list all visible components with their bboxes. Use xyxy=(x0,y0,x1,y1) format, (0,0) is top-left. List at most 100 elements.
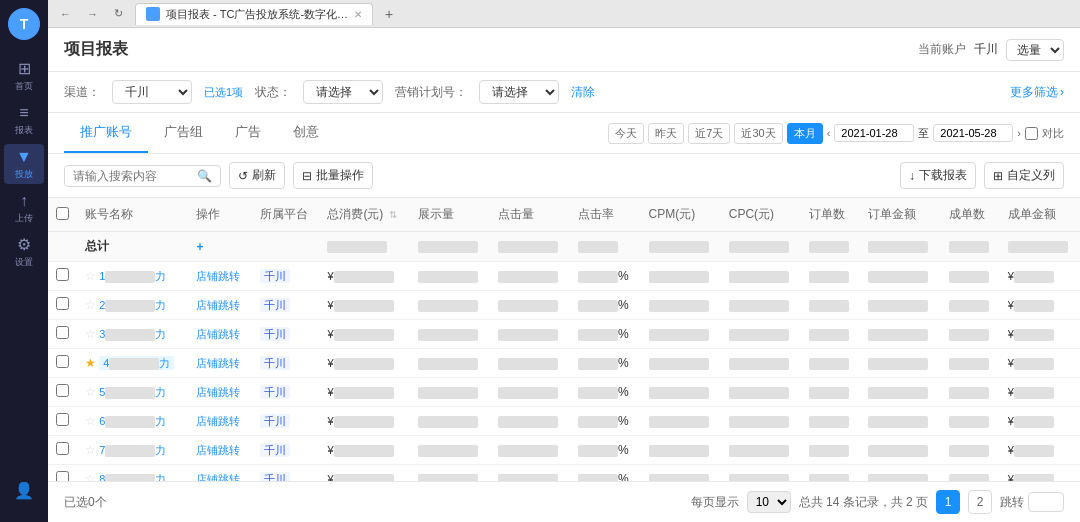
compare-checkbox-input[interactable] xyxy=(1025,127,1038,140)
account-name-link[interactable]: 1力 xyxy=(99,270,166,282)
row-checkbox[interactable] xyxy=(56,355,69,368)
account-name-link[interactable]: 6力 xyxy=(99,415,166,427)
row-spend-cell: ¥ xyxy=(319,349,409,378)
batch-ops-btn[interactable]: ⊟ 批量操作 xyxy=(293,162,373,189)
impressions-value xyxy=(418,387,478,399)
account-name-link[interactable]: 5力 xyxy=(99,386,166,398)
star-icon[interactable]: ☆ xyxy=(85,443,96,457)
row-platform-cell: 千川 xyxy=(252,378,320,407)
op-btn[interactable]: 店铺跳转 xyxy=(196,299,240,311)
date-yesterday-btn[interactable]: 昨天 xyxy=(648,123,684,144)
row-checkbox[interactable] xyxy=(56,326,69,339)
total-ops-cell: + xyxy=(188,232,251,262)
tab-creative[interactable]: 创意 xyxy=(277,113,335,153)
browser-tab[interactable]: 项目报表 - TC广告投放系统-数字化… ✕ xyxy=(135,3,373,25)
account-name-link[interactable]: 2力 xyxy=(99,299,166,311)
select-all-checkbox[interactable] xyxy=(56,207,69,220)
search-input[interactable] xyxy=(73,169,193,183)
account-name-link[interactable]: 7力 xyxy=(99,444,166,456)
account-name-link[interactable]: 4力 xyxy=(99,356,174,370)
refresh-btn[interactable]: ↺ 刷新 xyxy=(229,162,285,189)
orders-value xyxy=(809,416,849,428)
spend-sort-icon[interactable]: ⇅ xyxy=(389,209,397,220)
sidebar-item-upload[interactable]: ↑ 上传 xyxy=(4,188,44,228)
page-size-select[interactable]: 10 xyxy=(747,491,791,513)
nav-forward-btn[interactable]: → xyxy=(83,6,102,22)
filter-clear-btn[interactable]: 清除 xyxy=(571,84,595,101)
date-today-btn[interactable]: 今天 xyxy=(608,123,644,144)
tab-close-btn[interactable]: ✕ xyxy=(354,9,362,20)
star-icon[interactable]: ☆ xyxy=(85,298,96,312)
platform-tag: 千川 xyxy=(260,385,290,399)
page-jump-input[interactable] xyxy=(1028,492,1064,512)
download-btn[interactable]: ↓ 下载报表 xyxy=(900,162,976,189)
op-btn[interactable]: 店铺跳转 xyxy=(196,415,240,427)
tab-ad-group[interactable]: 广告组 xyxy=(148,113,219,153)
op-btn[interactable]: 店铺跳转 xyxy=(196,444,240,456)
row-conversions-cell xyxy=(941,378,1000,407)
nav-refresh-btn[interactable]: ↻ xyxy=(110,5,127,22)
total-add-btn[interactable]: + xyxy=(196,240,203,254)
op-btn[interactable]: 店铺跳转 xyxy=(196,357,240,369)
row-platform-cell: 千川 xyxy=(252,262,320,291)
total-row: 总计 + xyxy=(48,232,1080,262)
chart-icon: ≡ xyxy=(19,104,28,122)
row-cpc-cell xyxy=(721,262,801,291)
row-checkbox[interactable] xyxy=(56,442,69,455)
row-checkbox[interactable] xyxy=(56,384,69,397)
star-icon[interactable]: ★ xyxy=(85,356,96,370)
channel-select[interactable]: 千川 xyxy=(112,80,192,104)
account-name-link[interactable]: 8力 xyxy=(99,473,166,482)
star-icon[interactable]: ☆ xyxy=(85,385,96,399)
custom-col-btn[interactable]: ⊞ 自定义列 xyxy=(984,162,1064,189)
sidebar-item-reports[interactable]: ≡ 报表 xyxy=(4,100,44,140)
plan-select[interactable]: 请选择 xyxy=(479,80,559,104)
row-ctr-cell: % xyxy=(570,291,640,320)
date-monthly-btn[interactable]: 本月 xyxy=(787,123,823,144)
status-select[interactable]: 请选择 xyxy=(303,80,383,104)
row-checkbox[interactable] xyxy=(56,268,69,281)
page-1-btn[interactable]: 1 xyxy=(936,490,960,514)
row-platform-cell: 千川 xyxy=(252,436,320,465)
star-icon[interactable]: ☆ xyxy=(85,414,96,428)
impressions-value xyxy=(418,445,478,457)
row-spend-cell: ¥ xyxy=(319,291,409,320)
account-select[interactable]: 选量 xyxy=(1006,39,1064,61)
nav-back-btn[interactable]: ← xyxy=(56,6,75,22)
impressions-value xyxy=(418,329,478,341)
compare-checkbox[interactable]: 对比 xyxy=(1025,126,1064,141)
filter-more-btn[interactable]: 更多筛选 › xyxy=(1010,84,1064,101)
date-to-label: 至 xyxy=(918,126,929,141)
date-start-input[interactable] xyxy=(834,124,914,142)
date-prev-btn[interactable]: ‹ xyxy=(827,127,831,139)
date-end-input[interactable] xyxy=(933,124,1013,142)
col-clicks: 点击量 xyxy=(490,198,570,232)
date-last30-btn[interactable]: 近30天 xyxy=(734,123,782,144)
op-btn[interactable]: 店铺跳转 xyxy=(196,386,240,398)
sidebar-item-home[interactable]: ⊞ 首页 xyxy=(4,56,44,96)
star-icon[interactable]: ☆ xyxy=(85,472,96,482)
row-checkbox[interactable] xyxy=(56,471,69,481)
cpm-value xyxy=(649,329,709,341)
op-btn[interactable]: 店铺跳转 xyxy=(196,473,240,482)
row-checkbox[interactable] xyxy=(56,413,69,426)
date-next-btn[interactable]: › xyxy=(1017,127,1021,139)
account-name-link[interactable]: 3力 xyxy=(99,328,166,340)
sidebar-item-ads[interactable]: ▼ 投放 xyxy=(4,144,44,184)
tab-promotion-account[interactable]: 推广账号 xyxy=(64,113,148,153)
sidebar-item-user[interactable]: 👤 xyxy=(4,470,44,510)
cpc-value xyxy=(729,474,789,481)
sidebar-upload-label: 上传 xyxy=(15,212,33,225)
tab-ad[interactable]: 广告 xyxy=(219,113,277,153)
page-2-btn[interactable]: 2 xyxy=(968,490,992,514)
date-last7-btn[interactable]: 近7天 xyxy=(688,123,730,144)
row-conv-amount-cell: ¥ xyxy=(1000,407,1080,436)
star-icon[interactable]: ☆ xyxy=(85,327,96,341)
row-checkbox[interactable] xyxy=(56,297,69,310)
tab-add-btn[interactable]: + xyxy=(381,6,397,22)
star-icon[interactable]: ☆ xyxy=(85,269,96,283)
row-cpc-cell xyxy=(721,320,801,349)
op-btn[interactable]: 店铺跳转 xyxy=(196,270,240,282)
sidebar-item-settings[interactable]: ⚙ 设置 xyxy=(4,232,44,272)
op-btn[interactable]: 店铺跳转 xyxy=(196,328,240,340)
